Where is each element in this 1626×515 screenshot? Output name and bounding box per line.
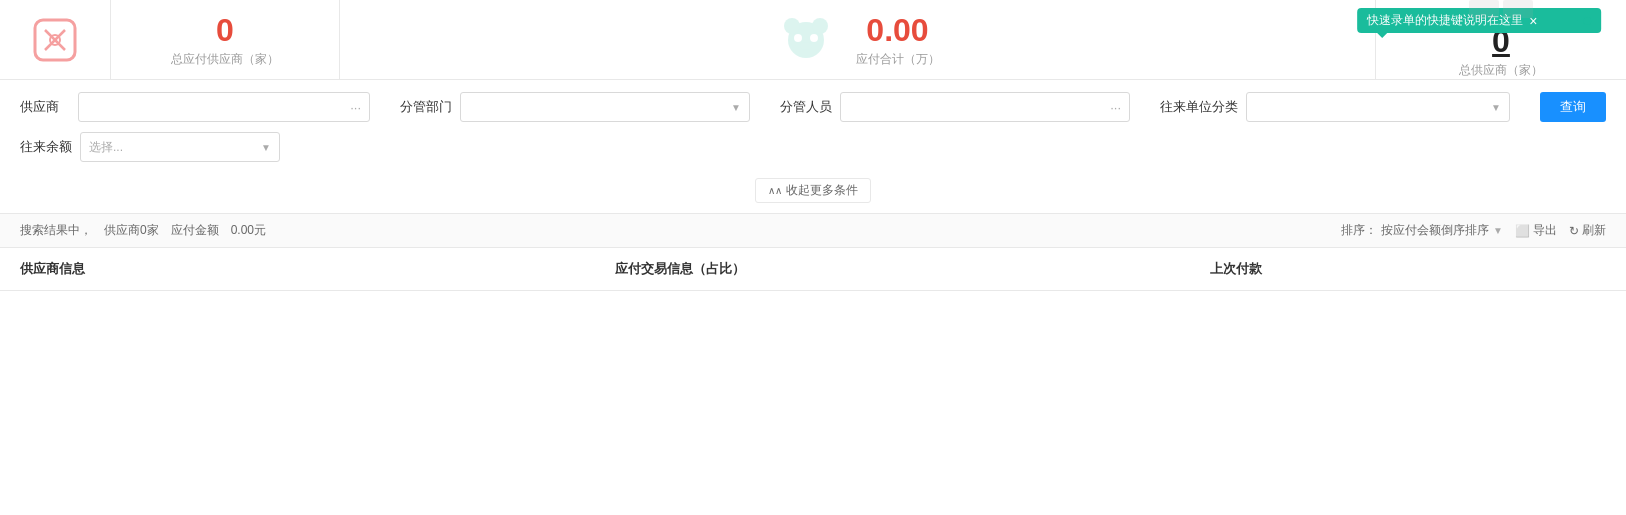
table-header: 供应商信息 应付交易信息（占比） 上次付款 — [0, 248, 1626, 291]
category-select[interactable]: ▼ — [1246, 92, 1510, 122]
person-input[interactable]: ··· — [840, 92, 1130, 122]
supplier-dots[interactable]: ··· — [350, 100, 361, 115]
collapse-btn-label: 收起更多条件 — [786, 182, 858, 199]
stat-amount-label: 应付合计（万） — [856, 51, 940, 68]
dept-select[interactable]: ▼ — [460, 92, 750, 122]
refresh-label: 刷新 — [1582, 222, 1606, 239]
collapse-up-icon: ∧∧ — [768, 185, 782, 196]
balance-chevron-icon: ▼ — [261, 142, 271, 153]
logo-icon — [30, 15, 80, 65]
refresh-button[interactable]: ↻ 刷新 — [1569, 222, 1606, 239]
col-header-transaction: 应付交易信息（占比） — [615, 260, 1210, 278]
supplier-input[interactable]: ··· — [78, 92, 370, 122]
filter-row-1: 供应商 ··· 分管部门 ▼ 分管人员 ··· — [20, 92, 1606, 122]
sort-label: 排序： — [1341, 222, 1377, 239]
person-dots[interactable]: ··· — [1110, 100, 1121, 115]
export-icon: ⬜ — [1515, 224, 1530, 238]
sort-option: 按应付会额倒序排序 — [1381, 222, 1489, 239]
results-info: 搜索结果中， 供应商0家 应付金额 0.00元 — [20, 222, 266, 239]
col-transaction-label: 应付交易信息（占比） — [615, 261, 745, 276]
category-chevron-icon: ▼ — [1491, 102, 1501, 113]
col-supplier-label: 供应商信息 — [20, 261, 85, 276]
dept-label: 分管部门 — [400, 98, 452, 116]
svg-point-8 — [810, 34, 818, 42]
balance-select[interactable]: 选择... ▼ — [80, 132, 280, 162]
collapse-row: ∧∧ 收起更多条件 — [20, 172, 1606, 213]
filter-category: 往来单位分类 ▼ — [1160, 92, 1510, 122]
stat-payable-number: 0 — [216, 11, 234, 49]
refresh-icon: ↻ — [1569, 224, 1579, 238]
svg-point-9 — [800, 42, 812, 50]
person-label: 分管人员 — [780, 98, 832, 116]
stat-payable-label: 总应付供应商（家） — [171, 51, 279, 68]
filter-bar: 供应商 ··· 分管部门 ▼ 分管人员 ··· — [0, 80, 1626, 214]
supplier-count: 供应商0家 — [104, 222, 159, 239]
amount-value: 0.00元 — [231, 222, 266, 239]
balance-label: 往来余额 — [20, 138, 72, 156]
query-button[interactable]: 查询 — [1540, 92, 1606, 122]
search-prefix: 搜索结果中， — [20, 222, 92, 239]
dept-chevron-icon: ▼ — [731, 102, 741, 113]
balance-placeholder: 选择... — [89, 139, 123, 156]
filter-row-2: 往来余额 选择... ▼ — [20, 132, 1606, 162]
stats-bar: 0 总应付供应商（家） 0.00 应付合计（万） 快速录单的快捷键说明在这里 × — [0, 0, 1626, 80]
export-label: 导出 — [1533, 222, 1557, 239]
stat-total-suppliers: 快速录单的快捷键说明在这里 × 0 总供应商（家） — [1376, 0, 1626, 79]
col-header-supplier: 供应商信息 — [20, 260, 615, 278]
col-header-last-payment: 上次付款 — [1210, 260, 1607, 278]
category-label: 往来单位分类 — [1160, 98, 1238, 116]
collapse-button[interactable]: ∧∧ 收起更多条件 — [755, 178, 871, 203]
table-body — [0, 291, 1626, 491]
filter-supplier: 供应商 ··· — [20, 92, 370, 122]
results-bar: 搜索结果中， 供应商0家 应付金额 0.00元 排序： 按应付会额倒序排序 ▼ … — [0, 214, 1626, 248]
col-last-payment-label: 上次付款 — [1210, 261, 1262, 276]
stat-amount-number: 0.00 — [866, 11, 928, 49]
supplier-label: 供应商 — [20, 98, 70, 116]
filter-dept: 分管部门 ▼ — [400, 92, 750, 122]
sort-chevron-icon: ▼ — [1493, 225, 1503, 236]
stat-suppliers-label: 总供应商（家） — [1459, 62, 1543, 79]
export-button[interactable]: ⬜ 导出 — [1515, 222, 1557, 239]
svg-point-6 — [812, 18, 828, 34]
stat-total-payable: 0 总应付供应商（家） — [111, 0, 340, 79]
amount-label: 应付金额 — [171, 222, 219, 239]
svg-point-5 — [784, 18, 800, 34]
sort-select[interactable]: 排序： 按应付会额倒序排序 ▼ — [1341, 222, 1503, 239]
svg-point-7 — [794, 34, 802, 42]
bear-icon — [776, 10, 836, 70]
results-actions: 排序： 按应付会额倒序排序 ▼ ⬜ 导出 ↻ 刷新 — [1341, 222, 1606, 239]
filter-person: 分管人员 ··· — [780, 92, 1130, 122]
filter-balance: 往来余额 选择... ▼ — [20, 132, 340, 162]
